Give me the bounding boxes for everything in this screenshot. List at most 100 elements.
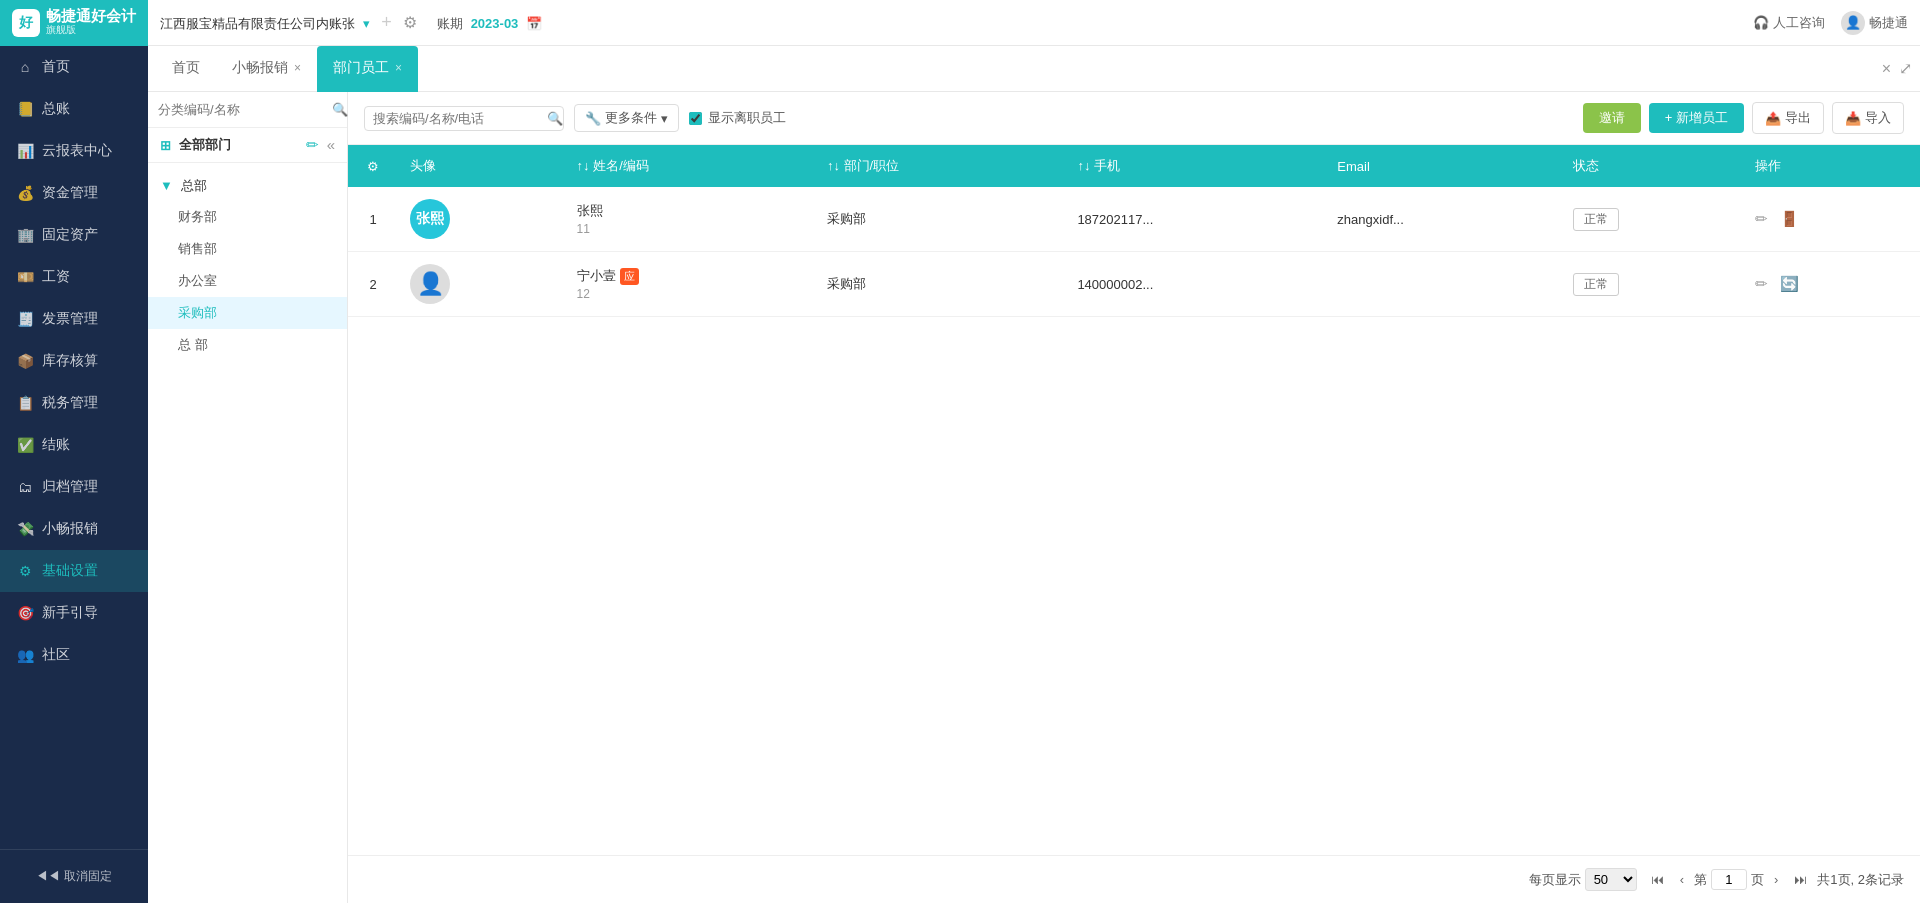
grid-icon: ⊞ <box>160 138 171 153</box>
col-dept-position[interactable]: ↑↓ 部门/职位 <box>815 145 1065 187</box>
row2-delete-icon[interactable]: 🔄 <box>1780 275 1799 293</box>
show-resigned-checkbox[interactable] <box>689 112 702 125</box>
company-name[interactable]: 江西服宝精品有限责任公司内账张 ▾ + ⚙ 账期 2023-03 📅 <box>160 12 1753 33</box>
user-account[interactable]: 👤 畅捷通 <box>1841 11 1908 35</box>
col-email: Email <box>1325 145 1561 187</box>
page-size-select: 每页显示 50 10 20 100 <box>1529 868 1637 891</box>
col-avatar: 头像 <box>398 145 565 187</box>
dept-search: 🔍 <box>148 92 347 128</box>
tab-expense[interactable]: 小畅报销 × <box>216 46 317 92</box>
page-size-dropdown[interactable]: 50 10 20 100 <box>1585 868 1637 891</box>
tab-home[interactable]: 首页 <box>156 46 216 92</box>
tab-bar-right: × ⤢ <box>1882 59 1912 78</box>
tab-dept-employee-close[interactable]: × <box>395 61 402 75</box>
chevron-down-icon: ▾ <box>661 111 668 126</box>
page-number-input[interactable] <box>1711 869 1747 890</box>
dept-search-input[interactable] <box>158 102 326 117</box>
row2-phone: 140000002... <box>1065 252 1325 317</box>
home-icon: ⌂ <box>16 59 34 75</box>
table-row: 2 👤 宁小壹 <box>348 252 1920 317</box>
col-settings[interactable]: ⚙ <box>348 145 398 187</box>
more-filter-btn[interactable]: 🔧 更多条件 ▾ <box>574 104 679 132</box>
page-content: 🔍 ⊞ 全部部门 ✏ « ▼ 总部 <box>148 92 1920 903</box>
tab-dept-employee[interactable]: 部门员工 × <box>317 46 418 92</box>
row1-avatar: 张熙 <box>410 199 450 239</box>
sidebar-item-tax[interactable]: 📋 税务管理 <box>0 382 148 424</box>
sidebar-item-ledger[interactable]: 📒 总账 <box>0 88 148 130</box>
settings-icon[interactable]: ⚙ <box>403 14 417 31</box>
sidebar-item-fixed-assets[interactable]: 🏢 固定资产 <box>0 214 148 256</box>
table-header-row: ⚙ 头像 ↑↓ 姓名/编码 ↑↓ 部门/职位 ↑↓ 手机 Email 状态 操作 <box>348 145 1920 187</box>
show-resigned-checkbox-label[interactable]: 显示离职员工 <box>689 109 786 127</box>
row2-email <box>1325 252 1561 317</box>
tab-close-all-icon[interactable]: × <box>1882 60 1891 78</box>
dept-header-actions: ✏ « <box>306 136 335 154</box>
export-button[interactable]: 📤 导出 <box>1752 102 1824 134</box>
row1-edit-icon[interactable]: ✏ <box>1755 210 1768 228</box>
basic-settings-icon: ⚙ <box>16 563 34 579</box>
sidebar-item-inventory[interactable]: 📦 库存核算 <box>0 340 148 382</box>
page-prev-btn[interactable]: ‹ <box>1674 870 1690 889</box>
ai-consult-btn[interactable]: 🎧 人工咨询 <box>1753 14 1825 32</box>
avatar-person-icon: 👤 <box>417 271 444 297</box>
account-period: 账期 2023-03 📅 <box>437 16 542 31</box>
fund-icon: 💰 <box>16 185 34 201</box>
employee-search-box: 🔍 <box>364 106 564 131</box>
ledger-icon: 📒 <box>16 101 34 117</box>
row1-phone: 187202117... <box>1065 187 1325 252</box>
dept-item-head[interactable]: 总 部 <box>148 329 347 361</box>
close-account-icon: ✅ <box>16 437 34 453</box>
dept-group-head: ▼ 总部 <box>148 171 347 201</box>
calendar-icon[interactable]: 📅 <box>526 16 542 31</box>
main-layout: ⌂ 首页 📒 总账 📊 云报表中心 💰 资金管理 🏢 固定资产 💴 工资 🧾 发… <box>0 46 1920 903</box>
col-phone[interactable]: ↑↓ 手机 <box>1065 145 1325 187</box>
dept-item-office[interactable]: 办公室 <box>148 265 347 297</box>
row1-exit-icon[interactable]: 🚪 <box>1780 210 1799 228</box>
invite-button[interactable]: 邀请 <box>1583 103 1641 133</box>
add-employee-button[interactable]: + 新增员工 <box>1649 103 1744 133</box>
sidebar-item-home[interactable]: ⌂ 首页 <box>0 46 148 88</box>
row1-email: zhangxidf... <box>1325 187 1561 252</box>
sidebar-item-fund[interactable]: 💰 资金管理 <box>0 172 148 214</box>
toolbar-right: 邀请 + 新增员工 📤 导出 📥 导入 <box>1583 102 1904 134</box>
tab-expense-close[interactable]: × <box>294 61 301 75</box>
edit-dept-icon[interactable]: ✏ <box>306 136 319 154</box>
dept-item-finance[interactable]: 财务部 <box>148 201 347 233</box>
cancel-fixed-btn[interactable]: ◀◀ 取消固定 <box>0 860 148 893</box>
sidebar-item-archive[interactable]: 🗂 归档管理 <box>0 466 148 508</box>
sidebar-item-payroll[interactable]: 💴 工资 <box>0 256 148 298</box>
dept-tree: ▼ 总部 财务部 销售部 办公室 采购部 总 部 <box>148 163 347 903</box>
logo-text-area: 畅捷通好会计 旗舰版 <box>46 8 136 37</box>
sidebar-item-guide[interactable]: 🎯 新手引导 <box>0 592 148 634</box>
import-button[interactable]: 📥 导入 <box>1832 102 1904 134</box>
row1-avatar-cell: 张熙 <box>398 187 565 252</box>
sidebar-item-basic-settings[interactable]: ⚙ 基础设置 <box>0 550 148 592</box>
employee-search-input[interactable] <box>373 111 541 126</box>
sidebar-item-community[interactable]: 👥 社区 <box>0 634 148 676</box>
add-company-icon[interactable]: + <box>381 12 392 32</box>
tab-expand-icon[interactable]: ⤢ <box>1899 59 1912 78</box>
row2-edit-icon[interactable]: ✏ <box>1755 275 1768 293</box>
expense-icon: 💸 <box>16 521 34 537</box>
dept-item-sales[interactable]: 销售部 <box>148 233 347 265</box>
search-icon[interactable]: 🔍 <box>547 111 563 126</box>
col-name-code[interactable]: ↑↓ 姓名/编码 <box>565 145 815 187</box>
page-last-btn[interactable]: ⏭ <box>1788 870 1813 889</box>
page-next-btn[interactable]: › <box>1768 870 1784 889</box>
invoice-icon: 🧾 <box>16 311 34 327</box>
sidebar-item-expense[interactable]: 💸 小畅报销 <box>0 508 148 550</box>
sidebar-bottom: ◀◀ 取消固定 <box>0 849 148 903</box>
page-first-btn[interactable]: ⏮ <box>1645 870 1670 889</box>
headset-icon: 🎧 <box>1753 15 1769 30</box>
sidebar-item-close-account[interactable]: ✅ 结账 <box>0 424 148 466</box>
dept-search-icon[interactable]: 🔍 <box>332 102 348 117</box>
dept-collapse-icon[interactable]: ▼ <box>160 178 173 193</box>
sidebar-item-invoice[interactable]: 🧾 发票管理 <box>0 298 148 340</box>
collapse-dept-icon[interactable]: « <box>327 136 335 154</box>
company-dropdown-icon[interactable]: ▾ <box>363 16 370 31</box>
total-info: 共1页, 2条记录 <box>1817 871 1904 889</box>
row2-tag: 应 <box>620 268 639 285</box>
sidebar-item-cloud-report[interactable]: 📊 云报表中心 <box>0 130 148 172</box>
fixed-assets-icon: 🏢 <box>16 227 34 243</box>
dept-item-purchase[interactable]: 采购部 <box>148 297 347 329</box>
